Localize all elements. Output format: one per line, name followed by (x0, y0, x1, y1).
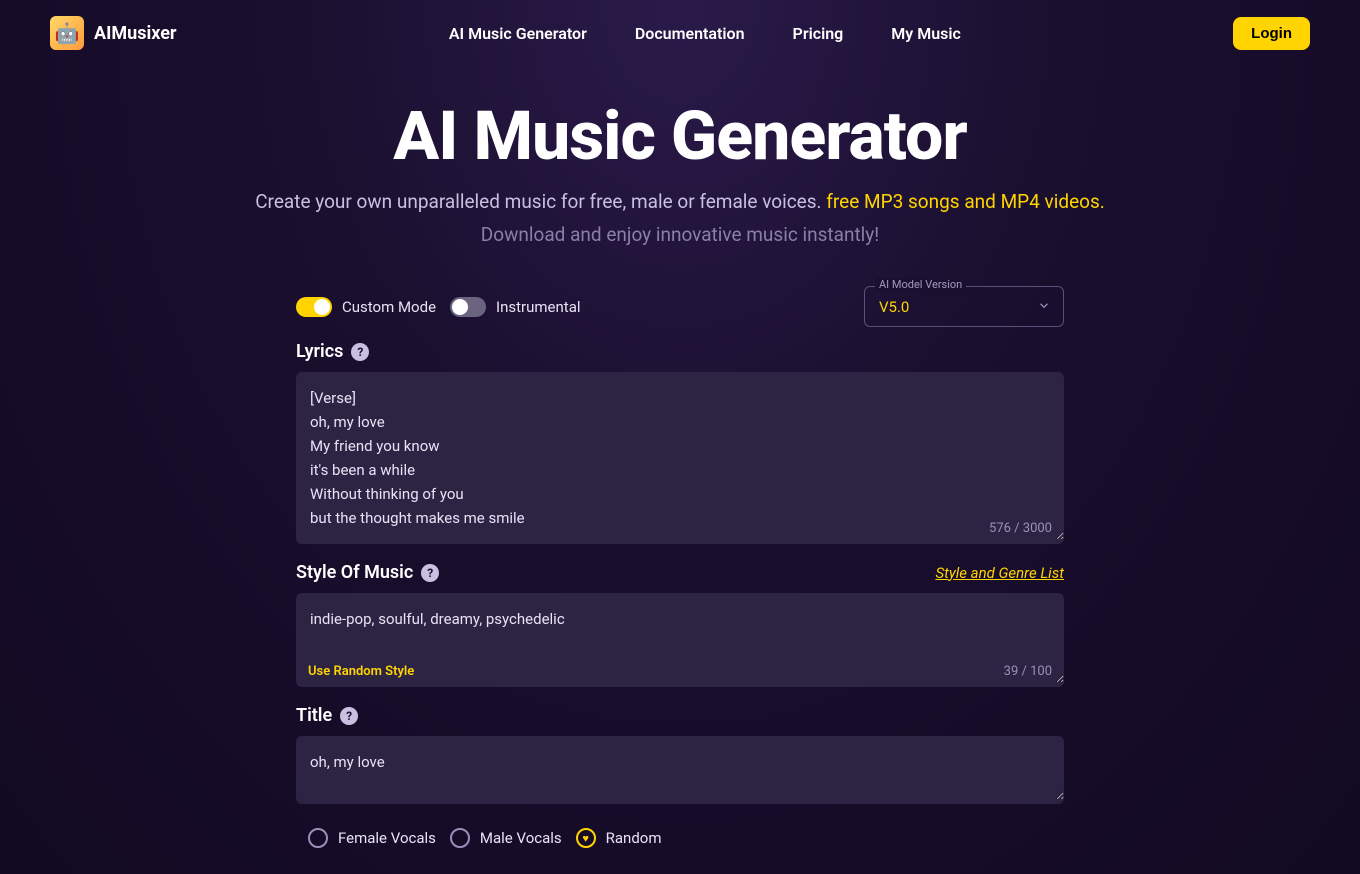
help-icon[interactable]: ? (421, 564, 439, 582)
custom-mode-toggle[interactable] (296, 297, 332, 317)
heart-icon: ♥ (582, 832, 589, 845)
use-random-style-button[interactable]: Use Random Style (308, 664, 414, 679)
vocals-radio-group: Female Vocals Male Vocals ♥ Random (296, 822, 1064, 854)
brand-name: AIMusixer (94, 23, 177, 44)
help-icon[interactable]: ? (340, 707, 358, 725)
highlight-text: free MP3 songs and MP4 videos. (826, 190, 1105, 213)
robot-icon: 🤖 (50, 16, 84, 50)
lyrics-counter: 576 / 3000 (989, 521, 1052, 536)
hero-subtitle-1: Create your own unparalleled music for f… (20, 190, 1340, 213)
login-button[interactable]: Login (1233, 17, 1310, 50)
lyrics-input[interactable] (296, 372, 1064, 540)
lyrics-label: Lyrics (296, 341, 343, 362)
style-genre-list-link[interactable]: Style and Genre List (935, 564, 1064, 582)
radio-random[interactable]: ♥ Random (576, 828, 662, 848)
title-label: Title (296, 705, 332, 726)
instrumental-label: Instrumental (496, 298, 580, 316)
model-version-select[interactable]: AI Model Version V5.0 (864, 286, 1064, 327)
style-counter: 39 / 100 (1004, 664, 1052, 679)
nav-documentation[interactable]: Documentation (635, 24, 745, 43)
brand-logo[interactable]: 🤖 AIMusixer (50, 16, 177, 50)
custom-mode-label: Custom Mode (342, 298, 436, 316)
radio-female-vocals[interactable]: Female Vocals (308, 828, 436, 848)
hero-subtitle-2: Download and enjoy innovative music inst… (20, 223, 1340, 246)
main-nav: AI Music Generator Documentation Pricing… (197, 24, 1214, 43)
model-legend: AI Model Version (875, 278, 966, 291)
radio-male-vocals[interactable]: Male Vocals (450, 828, 562, 848)
instrumental-toggle[interactable] (450, 297, 486, 317)
nav-ai-music-generator[interactable]: AI Music Generator (449, 24, 587, 43)
nav-pricing[interactable]: Pricing (793, 24, 844, 43)
style-label: Style Of Music (296, 562, 413, 583)
help-icon[interactable]: ? (351, 343, 369, 361)
title-input[interactable] (296, 736, 1064, 800)
nav-my-music[interactable]: My Music (891, 24, 961, 43)
chevron-down-icon (1037, 297, 1051, 316)
model-value: V5.0 (879, 298, 909, 316)
page-title: AI Music Generator (20, 96, 1340, 176)
